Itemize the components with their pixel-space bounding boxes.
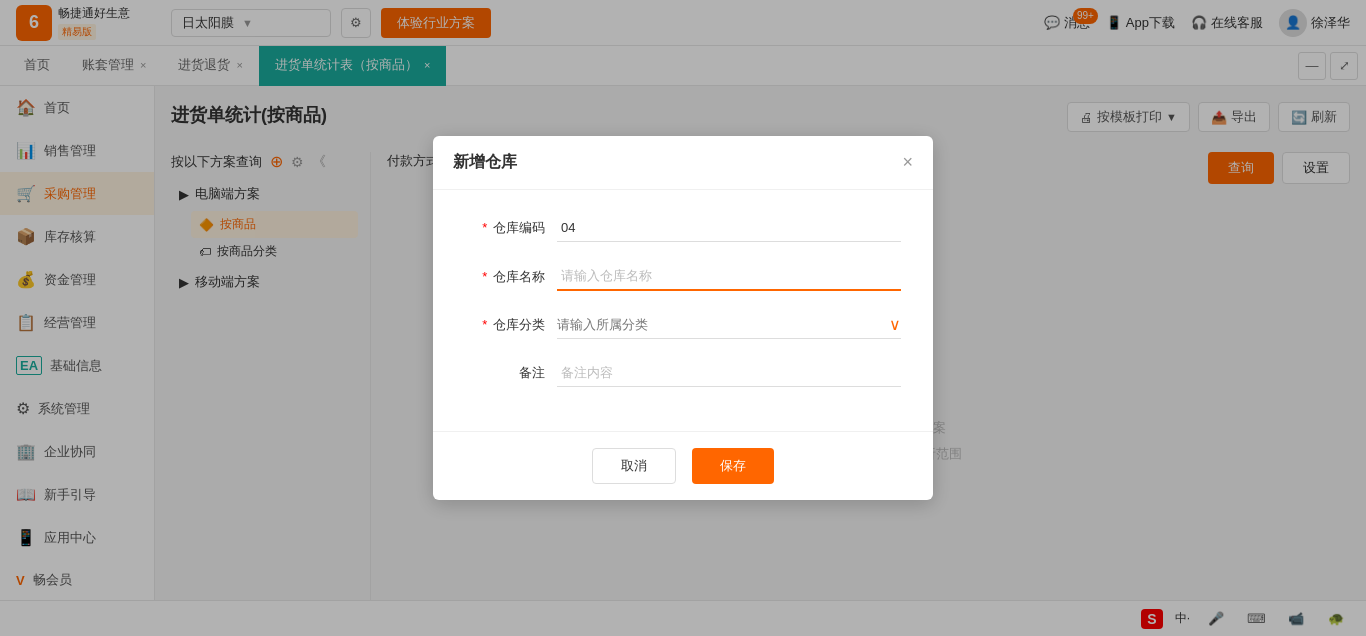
warehouse-code-input[interactable]	[557, 214, 901, 242]
category-dropdown-arrow[interactable]: ∨	[889, 315, 901, 334]
required-star-code: *	[482, 220, 487, 235]
warehouse-name-label: * 仓库名称	[465, 268, 545, 286]
modal-body: * 仓库编码 * 仓库名称 * 仓库分类 ∨	[433, 190, 933, 431]
category-input[interactable]	[557, 317, 889, 332]
warehouse-name-row: * 仓库名称	[465, 262, 901, 291]
modal-close-button[interactable]: ×	[902, 152, 913, 173]
warehouse-category-label: * 仓库分类	[465, 316, 545, 334]
remark-label: 备注	[465, 364, 545, 382]
cancel-button[interactable]: 取消	[592, 448, 676, 484]
save-button[interactable]: 保存	[692, 448, 774, 484]
warehouse-category-row: * 仓库分类 ∨	[465, 311, 901, 339]
modal-footer: 取消 保存	[433, 431, 933, 500]
remark-input[interactable]	[557, 359, 901, 387]
modal-header: 新增仓库 ×	[433, 136, 933, 190]
warehouse-code-label: * 仓库编码	[465, 219, 545, 237]
remark-row: 备注	[465, 359, 901, 387]
required-star-category: *	[482, 317, 487, 332]
warehouse-category-select[interactable]: ∨	[557, 311, 901, 339]
modal-title: 新增仓库	[453, 152, 517, 173]
add-warehouse-modal: 新增仓库 × * 仓库编码 * 仓库名称 * 仓库分类	[433, 136, 933, 500]
warehouse-code-row: * 仓库编码	[465, 214, 901, 242]
warehouse-name-input[interactable]	[557, 262, 901, 291]
required-star-name: *	[482, 269, 487, 284]
